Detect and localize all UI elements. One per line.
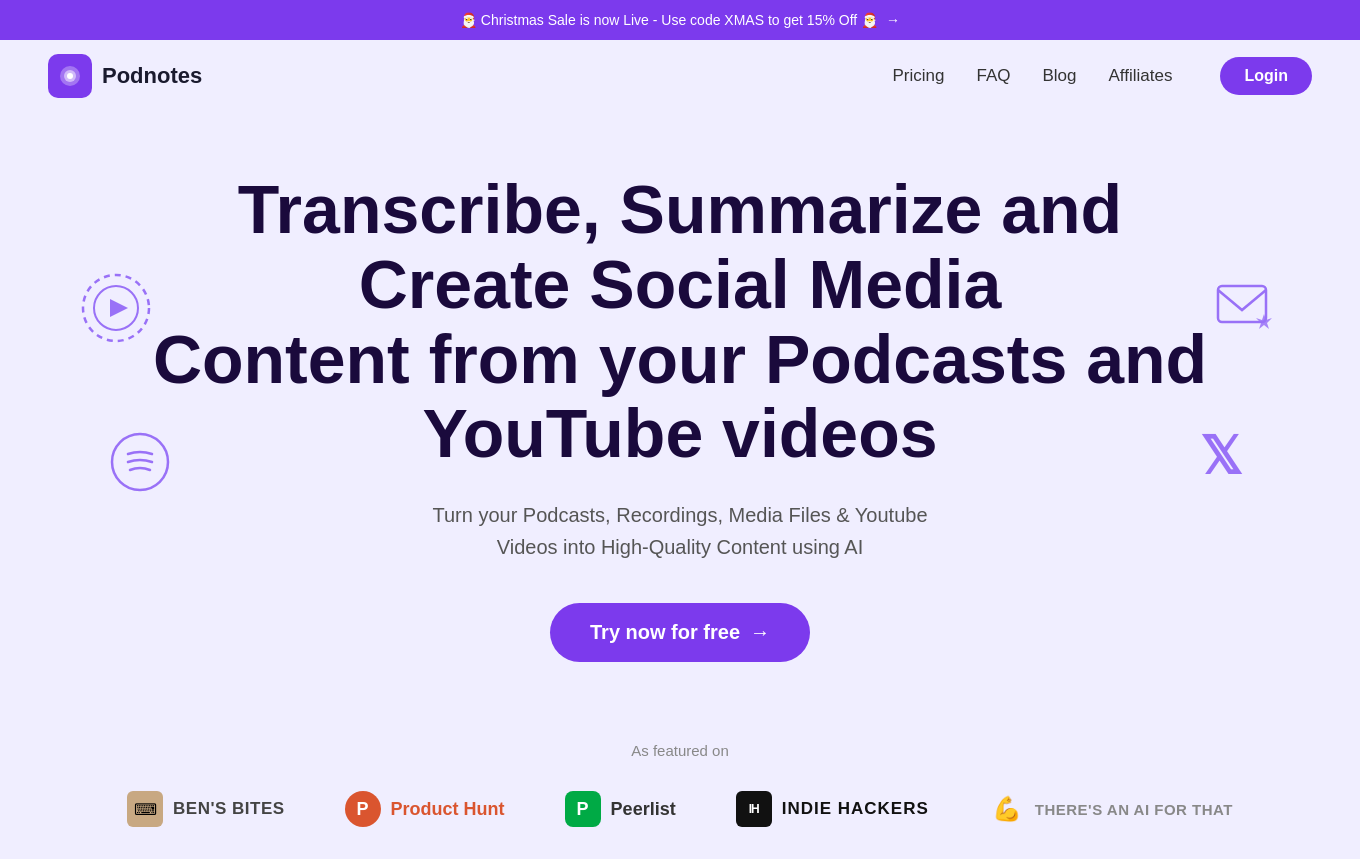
theresanai-text: THERE'S AN AI FOR THAT xyxy=(1035,801,1233,818)
cta-arrow: → xyxy=(750,621,770,644)
spotify-icon-float xyxy=(110,432,170,496)
logo-icon xyxy=(48,54,92,98)
theresanai-logo: 💪 THERE'S AN AI FOR THAT xyxy=(989,791,1233,827)
indie-hackers-logo: IH INDIE HACKERS xyxy=(736,791,929,827)
navbar: Podnotes Pricing FAQ Blog Affiliates Log… xyxy=(0,40,1360,112)
theresanai-icon: 💪 xyxy=(989,791,1025,827)
peerlist-icon: P xyxy=(565,791,601,827)
svg-rect-7 xyxy=(1218,286,1266,322)
indie-hackers-icon: IH xyxy=(736,791,772,827)
peerlist-logo: P Peerlist xyxy=(565,791,676,827)
nav-affiliates[interactable]: Affiliates xyxy=(1109,66,1173,86)
logo-svg xyxy=(58,64,82,88)
peerlist-text: Peerlist xyxy=(611,799,676,820)
indie-hackers-text: INDIE HACKERS xyxy=(782,799,929,819)
nav-links: Pricing FAQ Blog Affiliates Login xyxy=(892,57,1312,95)
hero-section: 𝕏 Transcribe, Summarize and Create Socia… xyxy=(0,112,1360,702)
nav-faq[interactable]: FAQ xyxy=(976,66,1010,86)
svg-point-2 xyxy=(67,73,73,79)
featured-label: As featured on xyxy=(40,742,1320,759)
banner-text: 🎅 Christmas Sale is now Live - Use code … xyxy=(460,12,878,28)
bens-bites-logo: ⌨ BEN'S BITES xyxy=(127,791,285,827)
logo-text: Podnotes xyxy=(102,63,202,89)
product-hunt-text: Product Hunt xyxy=(391,799,505,820)
login-button[interactable]: Login xyxy=(1220,57,1312,95)
svg-point-6 xyxy=(112,434,168,490)
svg-text:𝕏: 𝕏 xyxy=(1200,427,1243,485)
product-hunt-icon: P xyxy=(345,791,381,827)
email-icon-float xyxy=(1212,272,1280,344)
bens-bites-text: BEN'S BITES xyxy=(173,799,285,819)
cta-label: Try now for free xyxy=(590,621,740,644)
banner-arrow: → xyxy=(886,12,900,28)
play-icon-float xyxy=(80,272,152,348)
hero-headline: Transcribe, Summarize and Create Social … xyxy=(130,172,1230,471)
logo-link[interactable]: Podnotes xyxy=(48,54,202,98)
nav-pricing[interactable]: Pricing xyxy=(892,66,944,86)
x-icon-float: 𝕏 xyxy=(1196,422,1260,490)
featured-logos: ⌨ BEN'S BITES P Product Hunt P Peerlist … xyxy=(40,791,1320,827)
promo-banner[interactable]: 🎅 Christmas Sale is now Live - Use code … xyxy=(0,0,1360,40)
featured-section: As featured on ⌨ BEN'S BITES P Product H… xyxy=(0,702,1360,859)
product-hunt-logo: P Product Hunt xyxy=(345,791,505,827)
cta-button[interactable]: Try now for free → xyxy=(550,603,810,662)
bens-bites-icon: ⌨ xyxy=(127,791,163,827)
hero-subtitle: Turn your Podcasts, Recordings, Media Fi… xyxy=(40,499,1320,563)
svg-marker-5 xyxy=(110,299,128,317)
nav-blog[interactable]: Blog xyxy=(1042,66,1076,86)
